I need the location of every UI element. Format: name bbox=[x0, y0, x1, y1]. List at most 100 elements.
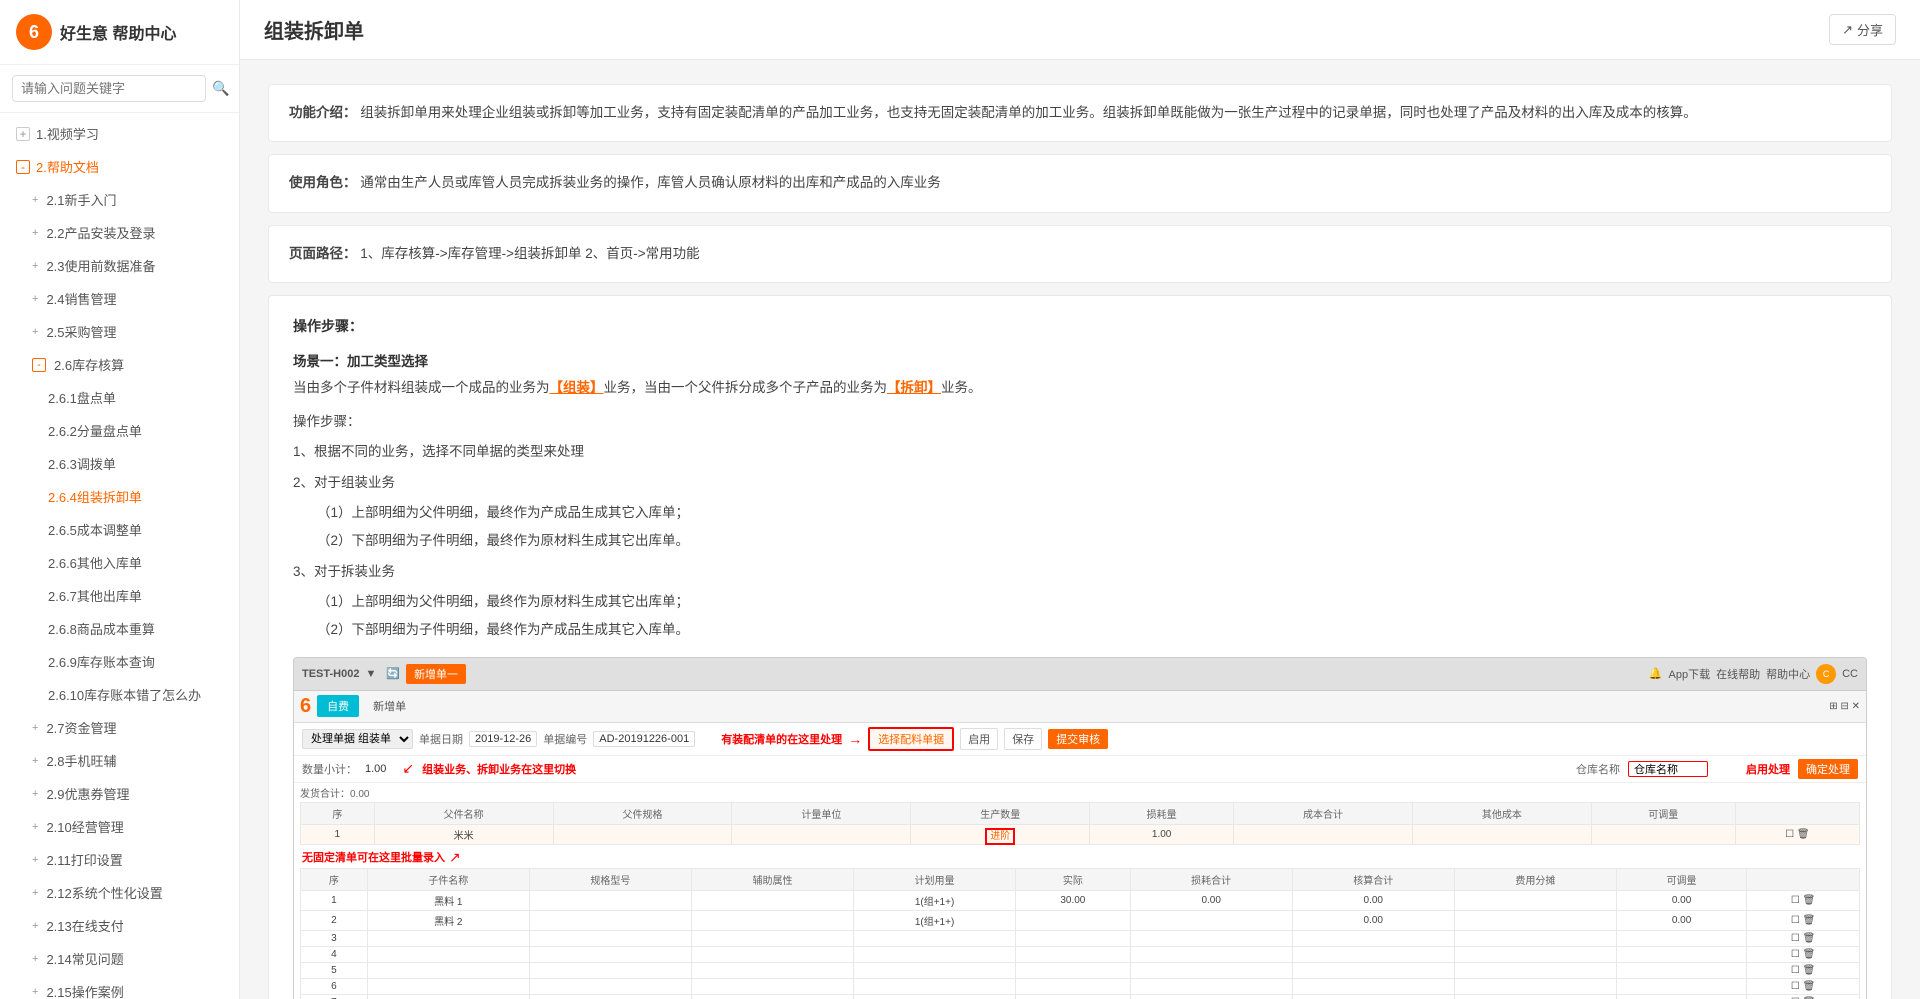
path-text: 页面路径： 1、库存核算->库存管理->组装拆卸单 2、首页->常用功能 bbox=[289, 242, 1871, 266]
sidebar-item-label: 2.6.2分量盘点单 bbox=[48, 421, 142, 440]
expand-sub-icon5: + bbox=[32, 821, 38, 833]
mock-new-order-btn[interactable]: 新增单一 bbox=[406, 664, 466, 684]
annotation3-text: 组装业务、拆卸业务在这里切换 bbox=[422, 761, 576, 777]
sidebar-item-cases[interactable]: + 2.15操作案例 bbox=[0, 975, 239, 999]
sidebar-item-label: 2.12系统个性化设置 bbox=[46, 883, 162, 902]
mock-confirm-btn[interactable]: 确定处理 bbox=[1798, 759, 1858, 779]
step1: 1、根据不同的业务，选择不同单据的类型来处理 bbox=[293, 440, 1867, 464]
sidebar-item-online-pay[interactable]: + 2.13在线支付 bbox=[0, 909, 239, 942]
search-box: 🔍 bbox=[0, 65, 239, 113]
bullet-icon: + bbox=[32, 260, 38, 272]
role-label: 使用角色： bbox=[289, 175, 357, 190]
steps-title: 操作步骤： bbox=[293, 316, 1867, 336]
col-loss: 损耗量 bbox=[1090, 802, 1234, 824]
sidebar-item-inventory[interactable]: - 2.6库存核算 bbox=[0, 348, 239, 381]
sidebar-item-label: 2.5采购管理 bbox=[46, 322, 116, 341]
mock-bill-label: 单据编号 bbox=[543, 731, 587, 747]
mock-qty-label: 数量小计： bbox=[302, 761, 357, 777]
sidebar-item-label: 2.帮助文档 bbox=[36, 157, 99, 176]
sidebar-item-label: 2.6.5成本调整单 bbox=[48, 520, 142, 539]
sidebar-item-stocktake[interactable]: 2.6.1盘点单 bbox=[0, 381, 239, 414]
sidebar-item-newbie[interactable]: + 2.1新手入门 bbox=[0, 183, 239, 216]
mock-qty-value: 1.00 bbox=[365, 763, 386, 775]
main-content: 功能介绍： 组装拆卸单用来处理企业组装或拆卸等加工业务，支持有固定装配清单的产品… bbox=[240, 60, 1920, 999]
mock-select-bom-btn[interactable]: 选择配料单据 bbox=[868, 727, 954, 751]
sidebar-item-cost-calc[interactable]: 2.6.8商品成本重算 bbox=[0, 612, 239, 645]
mock-btn1[interactable]: 启用 bbox=[960, 728, 998, 750]
col-seq: 序 bbox=[301, 802, 375, 824]
sidebar-item-faq[interactable]: + 2.14常见问题 bbox=[0, 942, 239, 975]
mock-bell-icon: 🔔 bbox=[1649, 667, 1663, 680]
sidebar-item-label: 2.13在线支付 bbox=[46, 916, 123, 935]
path-card: 页面路径： 1、库存核算->库存管理->组装拆卸单 2、首页->常用功能 bbox=[268, 225, 1892, 283]
sidebar-item-finance[interactable]: + 2.7资金管理 bbox=[0, 711, 239, 744]
search-input[interactable] bbox=[12, 75, 206, 102]
sidebar-item-purchase[interactable]: + 2.5采购管理 bbox=[0, 315, 239, 348]
table-row: 3☐ 🗑 bbox=[301, 930, 1860, 946]
sidebar-item-other-in[interactable]: 2.6.6其他入库单 bbox=[0, 546, 239, 579]
expand-sub-icon10: + bbox=[32, 986, 38, 998]
table-row: 6☐ 🗑 bbox=[301, 978, 1860, 994]
mock-bill-value: AD-20191226-001 bbox=[593, 731, 695, 747]
sidebar: 6 好生意 帮助中心 🔍 + 1.视频学习 - 2.帮助文档 + 2.1新手入门… bbox=[0, 0, 240, 999]
scene1-desc: 当由多个子件材料组装成一个成品的业务为【组装】业务，当由一个父件拆分成多个子产品… bbox=[293, 376, 1867, 400]
mock-btn2[interactable]: 保存 bbox=[1004, 728, 1042, 750]
sidebar-item-data-prep[interactable]: + 2.3使用前数据准备 bbox=[0, 249, 239, 282]
step2: 2、对于组装业务 bbox=[293, 471, 1867, 495]
expand-icon: + bbox=[16, 127, 30, 141]
sidebar-item-label: 2.6.9库存账本查询 bbox=[48, 652, 155, 671]
sidebar-item-sales[interactable]: + 2.4销售管理 bbox=[0, 282, 239, 315]
bullet-icon: + bbox=[32, 227, 38, 239]
nav-section: + 1.视频学习 - 2.帮助文档 + 2.1新手入门 + 2.2产品安装及登录… bbox=[0, 113, 239, 999]
mock-tab-active[interactable]: 自费 bbox=[317, 695, 359, 717]
col-cost-total: 成本合计 bbox=[1234, 802, 1413, 824]
sidebar-item-print[interactable]: + 2.11打印设置 bbox=[0, 843, 239, 876]
sidebar-item-other-out[interactable]: 2.6.7其他出库单 bbox=[0, 579, 239, 612]
sidebar-item-custom[interactable]: + 2.12系统个性化设置 bbox=[0, 876, 239, 909]
sidebar-item-label: 2.6.6其他入库单 bbox=[48, 553, 142, 572]
mock-btn3[interactable]: 提交审核 bbox=[1048, 729, 1108, 749]
table-row: 4☐ 🗑 bbox=[301, 946, 1860, 962]
mock-warehouse-label: 仓库名称 bbox=[1576, 761, 1620, 777]
sidebar-item-operations[interactable]: + 2.10经营管理 bbox=[0, 810, 239, 843]
sidebar-item-adjust[interactable]: 2.6.3调拨单 bbox=[0, 447, 239, 480]
sidebar-item-split[interactable]: 2.6.2分量盘点单 bbox=[0, 414, 239, 447]
steps-section: 操作步骤： 场景一：加工类型选择 当由多个子件材料组装成一个成品的业务为【组装】… bbox=[268, 295, 1892, 999]
expand-sub-icon: + bbox=[32, 293, 38, 305]
sidebar-item-coupon[interactable]: + 2.9优惠券管理 bbox=[0, 777, 239, 810]
sidebar-item-assembly[interactable]: 2.6.4组装拆卸单 bbox=[0, 480, 239, 513]
sidebar-item-cost-adj[interactable]: 2.6.5成本调整单 bbox=[0, 513, 239, 546]
mock-tab-new[interactable]: 新增单 bbox=[363, 695, 416, 717]
col-actions bbox=[1735, 802, 1859, 824]
sidebar-item-docs[interactable]: - 2.帮助文档 bbox=[0, 150, 239, 183]
mock-help2-label: 帮助中心 bbox=[1766, 666, 1810, 682]
col-prod-qty: 生产数量 bbox=[911, 802, 1090, 824]
sidebar-item-install[interactable]: + 2.2产品安装及登录 bbox=[0, 216, 239, 249]
sidebar-item-label: 2.10经营管理 bbox=[46, 817, 123, 836]
intro-text: 功能介绍： 组装拆卸单用来处理企业组装或拆卸等加工业务，支持有固定装配清单的产品… bbox=[289, 101, 1871, 125]
sidebar-item-mobile[interactable]: + 2.8手机旺辅 bbox=[0, 744, 239, 777]
table-row: 7☐ 🗑 bbox=[301, 994, 1860, 999]
sidebar-logo: 6 好生意 帮助中心 bbox=[0, 0, 239, 65]
step2-sub2: （2）下部明细为子件明细，最终作为原材料生成其它出库单。 bbox=[293, 529, 1867, 553]
expand-sub-icon9: + bbox=[32, 953, 38, 965]
mock-dropdown-icon: ▼ bbox=[365, 668, 376, 680]
sidebar-item-label: 2.6.8商品成本重算 bbox=[48, 619, 155, 638]
role-text: 使用角色： 通常由生产人员或库管人员完成拆装业务的操作，库管人员确认原材料的出库… bbox=[289, 171, 1871, 195]
role-card: 使用角色： 通常由生产人员或库管人员完成拆装业务的操作，库管人员确认原材料的出库… bbox=[268, 154, 1892, 212]
table-row: 5☐ 🗑 bbox=[301, 962, 1860, 978]
logo-text: 好生意 帮助中心 bbox=[60, 20, 176, 44]
disassemble-term: 【拆卸】 bbox=[887, 380, 941, 395]
sidebar-item-label: 2.9优惠券管理 bbox=[46, 784, 129, 803]
scene1-text: 当由多个子件材料组装成一个成品的业务为 bbox=[293, 380, 550, 395]
mock-order-type-select[interactable]: 处理单据 组装单 bbox=[302, 729, 413, 749]
screenshot-container: TEST-H002 ▼ 🔄 新增单一 🔔 App下载 在线帮助 帮助中心 C C… bbox=[293, 657, 1867, 999]
sidebar-item-video[interactable]: + 1.视频学习 bbox=[0, 117, 239, 150]
mock-warehouse-input[interactable] bbox=[1628, 761, 1708, 777]
share-button[interactable]: ↗ 分享 bbox=[1829, 14, 1896, 45]
sidebar-item-stock-check[interactable]: 2.6.9库存账本查询 bbox=[0, 645, 239, 678]
annotation5-arrow: ↗ bbox=[449, 849, 461, 866]
scene1-title: 场景一：加工类型选择 bbox=[293, 350, 1867, 370]
search-button[interactable]: 🔍 bbox=[212, 80, 229, 97]
sidebar-item-stock-err[interactable]: 2.6.10库存账本错了怎么办 bbox=[0, 678, 239, 711]
